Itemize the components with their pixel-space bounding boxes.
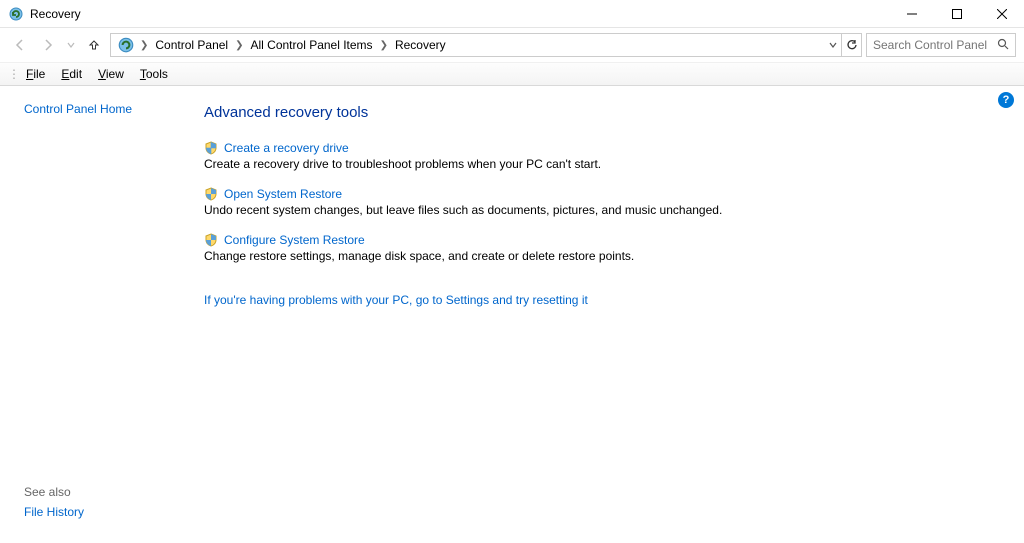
control-panel-icon <box>117 36 135 54</box>
minimize-button[interactable] <box>889 0 934 28</box>
tool-configure-system-restore: Configure System Restore Change restore … <box>204 233 994 263</box>
menu-view[interactable]: View <box>90 65 132 83</box>
refresh-button[interactable] <box>841 34 861 56</box>
chevron-right-icon[interactable]: ❯ <box>232 40 246 51</box>
shield-icon <box>204 187 218 201</box>
search-input[interactable] <box>873 38 993 52</box>
search-icon[interactable] <box>997 38 1009 53</box>
menubar: ⋮ File Edit View Tools <box>0 62 1024 86</box>
recent-locations-button[interactable] <box>64 33 78 57</box>
titlebar: Recovery <box>0 0 1024 28</box>
back-button[interactable] <box>8 33 32 57</box>
sidebar: Control Panel Home See also File History <box>0 86 190 543</box>
control-panel-home-link[interactable]: Control Panel Home <box>24 102 132 116</box>
up-button[interactable] <box>82 33 106 57</box>
shield-icon <box>204 233 218 247</box>
menubar-grip: ⋮ <box>8 67 14 81</box>
tool-desc: Change restore settings, manage disk spa… <box>204 249 994 263</box>
see-also-label: See also <box>24 485 182 499</box>
file-history-link[interactable]: File History <box>24 505 182 519</box>
navbar: ❯ Control Panel ❯ All Control Panel Item… <box>0 28 1024 62</box>
open-system-restore-link[interactable]: Open System Restore <box>224 187 342 201</box>
recovery-app-icon <box>8 6 24 22</box>
forward-button[interactable] <box>36 33 60 57</box>
reset-pc-settings-link[interactable]: If you're having problems with your PC, … <box>204 293 588 307</box>
search-box[interactable] <box>866 33 1016 57</box>
chevron-right-icon[interactable]: ❯ <box>377 40 391 51</box>
window-controls <box>889 0 1024 28</box>
breadcrumb-recovery[interactable]: Recovery <box>391 36 450 54</box>
tool-desc: Create a recovery drive to troubleshoot … <box>204 157 994 171</box>
shield-icon <box>204 141 218 155</box>
configure-system-restore-link[interactable]: Configure System Restore <box>224 233 365 247</box>
menu-file[interactable]: File <box>18 65 53 83</box>
tool-open-system-restore: Open System Restore Undo recent system c… <box>204 187 994 217</box>
main-panel: ? Advanced recovery tools Create a recov… <box>190 86 1024 543</box>
chevron-right-icon[interactable]: ❯ <box>137 40 151 51</box>
page-heading: Advanced recovery tools <box>204 104 994 121</box>
create-recovery-drive-link[interactable]: Create a recovery drive <box>224 141 349 155</box>
breadcrumb-all-items[interactable]: All Control Panel Items <box>247 36 377 54</box>
close-button[interactable] <box>979 0 1024 28</box>
menu-edit[interactable]: Edit <box>53 65 90 83</box>
menu-tools[interactable]: Tools <box>132 65 176 83</box>
help-icon[interactable]: ? <box>998 92 1014 108</box>
maximize-button[interactable] <box>934 0 979 28</box>
breadcrumb-control-panel[interactable]: Control Panel <box>151 36 232 54</box>
address-bar[interactable]: ❯ Control Panel ❯ All Control Panel Item… <box>110 33 862 57</box>
tool-desc: Undo recent system changes, but leave fi… <box>204 203 994 217</box>
address-dropdown-button[interactable] <box>825 41 841 49</box>
content-area: Control Panel Home See also File History… <box>0 86 1024 543</box>
window-title: Recovery <box>30 7 81 21</box>
tool-create-recovery-drive: Create a recovery drive Create a recover… <box>204 141 994 171</box>
